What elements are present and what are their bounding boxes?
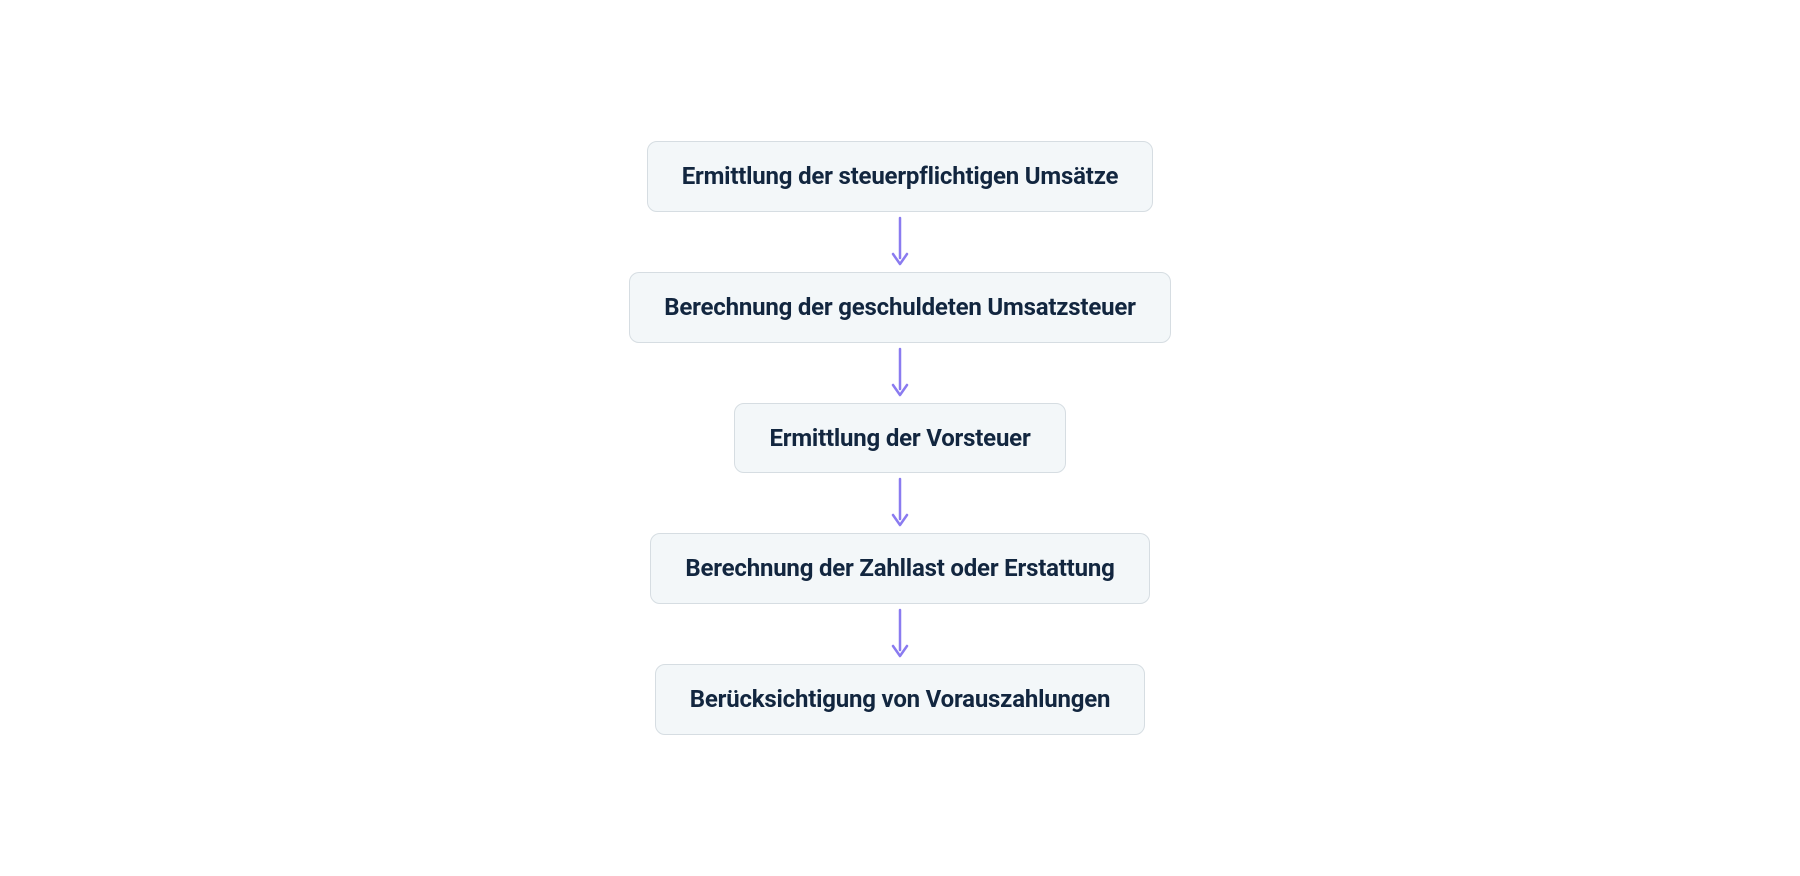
flow-step-label: Ermittlung der Vorsteuer	[769, 424, 1030, 452]
arrow-down-icon	[888, 604, 912, 664]
flow-step-3: Ermittlung der Vorsteuer	[734, 403, 1065, 474]
flow-step-label: Ermittlung der steuerpflichtigen Umsätze	[682, 162, 1119, 190]
arrow-down-icon	[888, 212, 912, 272]
flow-step-label: Berechnung der Zahllast oder Erstattung	[685, 554, 1114, 582]
arrow-down-icon	[888, 473, 912, 533]
flowchart: Ermittlung der steuerpflichtigen Umsätze…	[0, 0, 1800, 876]
arrow-down-icon	[888, 343, 912, 403]
flow-step-label: Berücksichtigung von Vorauszahlungen	[690, 685, 1111, 713]
flow-step-1: Ermittlung der steuerpflichtigen Umsätze	[647, 141, 1154, 212]
flow-step-label: Berechnung der geschuldeten Umsatzsteuer	[664, 293, 1135, 321]
flow-step-2: Berechnung der geschuldeten Umsatzsteuer	[629, 272, 1170, 343]
flow-step-4: Berechnung der Zahllast oder Erstattung	[650, 533, 1149, 604]
flow-step-5: Berücksichtigung von Vorauszahlungen	[655, 664, 1146, 735]
